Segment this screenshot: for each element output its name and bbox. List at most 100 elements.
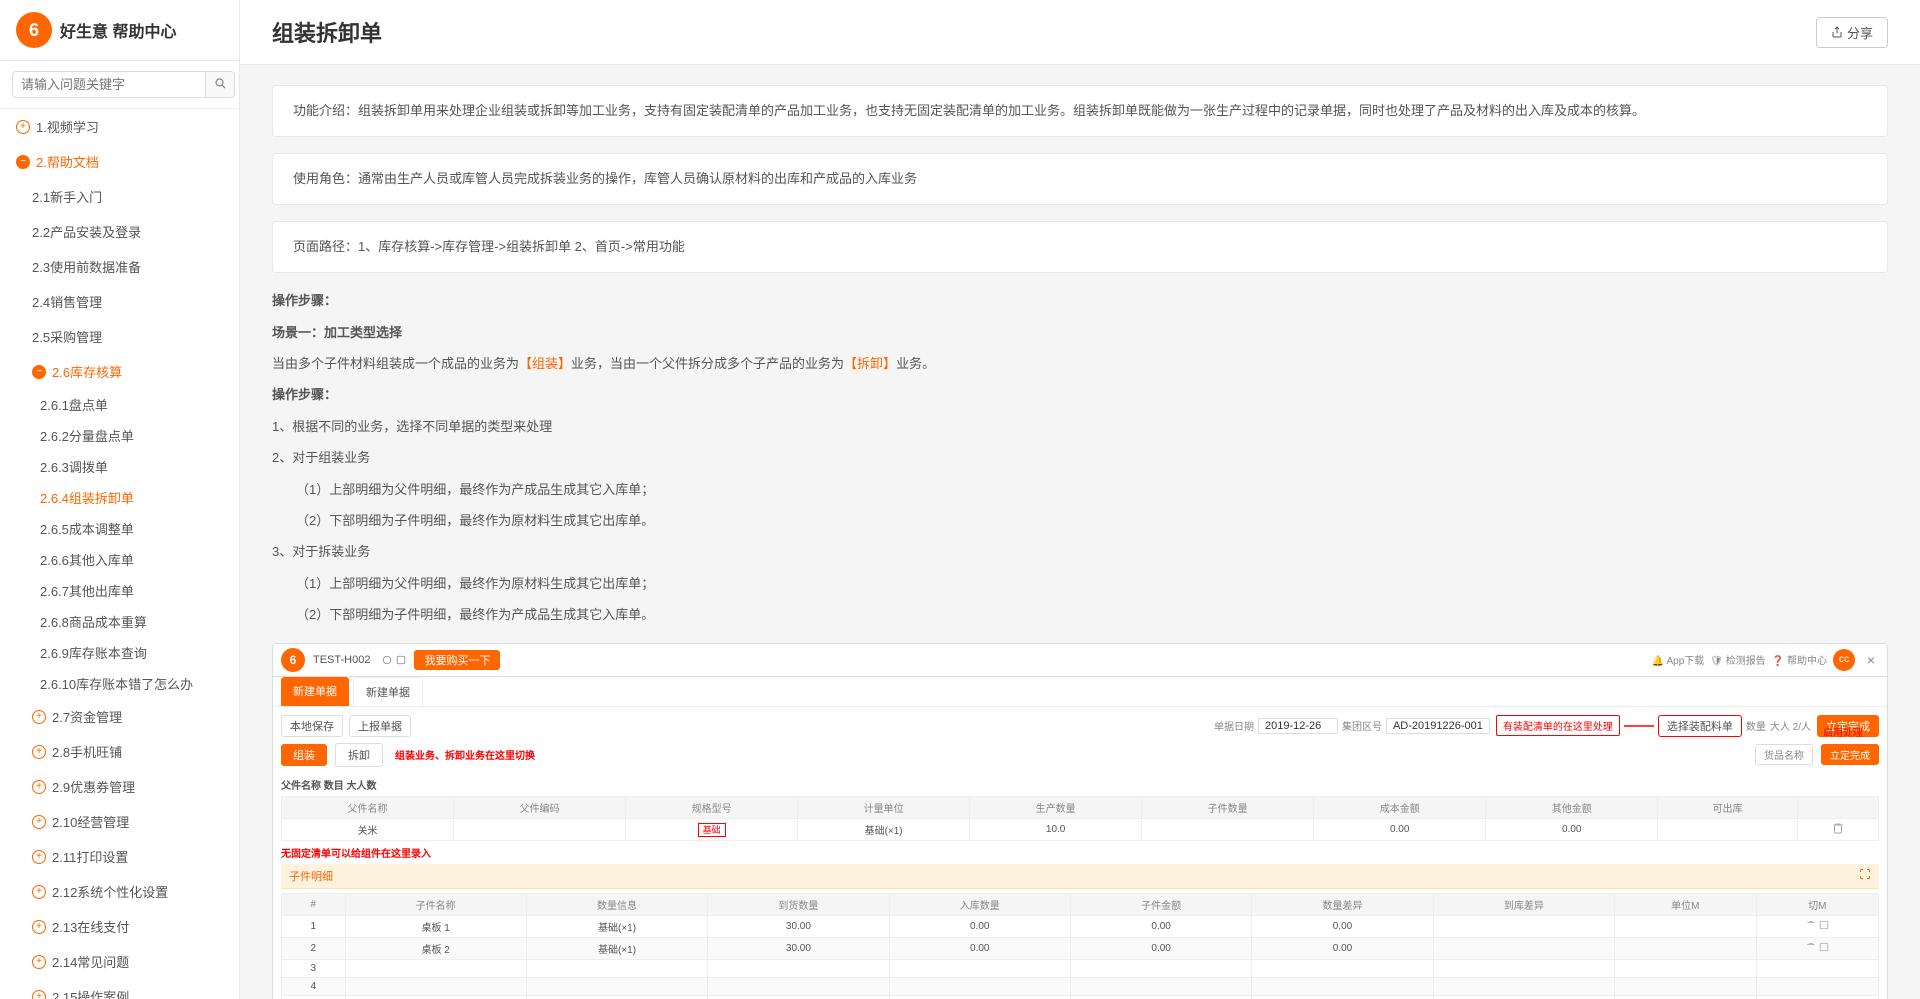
content-area: 功能介绍：组装拆卸单用来处理企业组装或拆卸等加工业务，支持有固定装配清单的产品加…: [240, 65, 1920, 999]
step3-1: （1）上部明细为父件明细，最终作为原材料生成其它出库单；: [272, 572, 1888, 595]
table-row: 1 桌板 1 基础(×1) 30.00 0.00 0.00 0.00: [282, 915, 1879, 937]
sidebar-item-inventory[interactable]: − 2.6库存核算: [0, 354, 239, 389]
sidebar-item-cases[interactable]: + 2.15操作案例: [0, 979, 239, 999]
ss-type-switch-area: 组装 拆卸 组装业务、拆卸业务在这里切换 货品名称 启用处理 立定完成: [281, 743, 1879, 767]
sidebar-item-customize[interactable]: + 2.12系统个性化设置: [0, 874, 239, 909]
scenario-title: 场景一：加工类型选择: [272, 321, 1888, 344]
share-button[interactable]: 分享: [1816, 17, 1888, 48]
ss-sub-table: # 子件名称 数量信息 到货数量 入库数量 子件金额 数量差异 到库差异 单位M…: [281, 893, 1879, 999]
sidebar-item-print[interactable]: + 2.11打印设置: [0, 839, 239, 874]
plus-icon-ops: +: [32, 815, 46, 829]
operations-section: 操作步骤： 场景一：加工类型选择 当由多个子件材料组装成一个成品的业务为【组装】…: [272, 289, 1888, 626]
sidebar-item-2610[interactable]: 2.6.10库存账本错了怎么办: [0, 668, 239, 699]
step2-1: （1）上部明细为父件明细，最终作为产成品生成其它入库单；: [272, 478, 1888, 501]
sidebar: 6 好生意 帮助中心 + 1.视频学习 − 2.帮助文档 2.1新手入门 2.2…: [0, 0, 240, 999]
path-box: 页面路径：1、库存核算->库存管理->组装拆卸单 2、首页->常用功能: [272, 221, 1888, 273]
sidebar-item-mobile[interactable]: + 2.8手机旺铺: [0, 734, 239, 769]
ss-close-icon: ×: [1863, 652, 1879, 668]
search-input[interactable]: [12, 71, 206, 98]
ss-tabs: 新建单据 新建单据: [273, 677, 1887, 707]
ss-type-annotation: 组装业务、拆卸业务在这里切换: [395, 747, 535, 762]
logo-icon: 6: [16, 12, 52, 48]
search-box[interactable]: [0, 61, 239, 109]
search-button[interactable]: [206, 71, 235, 98]
ss-parent-label: 父件名称 数目 大人数: [281, 775, 1879, 794]
role-box: 使用角色：通常由生产人员或库管人员完成拆装业务的操作，库管人员确认原材料的出库和…: [272, 153, 1888, 205]
main-header: 组装拆卸单 分享: [240, 0, 1920, 65]
sidebar-item-video[interactable]: + 1.视频学习: [0, 109, 239, 144]
sidebar-item-install[interactable]: 2.2产品安装及登录: [0, 214, 239, 249]
input-annotation-text: 无固定清单可以给组件在这里录入: [281, 849, 431, 860]
ss-form-fields: 单据日期 2019-12-26 集团区号 AD-20191226-001: [1214, 718, 1490, 734]
sidebar-item-newbie[interactable]: 2.1新手入门: [0, 179, 239, 214]
main-content: 组装拆卸单 分享 功能介绍：组装拆卸单用来处理企业组装或拆卸等加工业务，支持有固…: [240, 0, 1920, 999]
sidebar-item-266[interactable]: 2.6.6其他入库单: [0, 544, 239, 575]
brand-title: 好生意 帮助中心: [60, 18, 176, 42]
ss-no-input: AD-20191226-001: [1386, 718, 1490, 734]
sidebar-item-coupon[interactable]: + 2.9优惠券管理: [0, 769, 239, 804]
plus-icon-customize: +: [32, 885, 46, 899]
scenario-desc: 当由多个子件材料组装成一个成品的业务为【组装】业务，当由一个父件拆分成多个子产品…: [272, 352, 1888, 375]
sidebar-item-purchase[interactable]: 2.5采购管理: [0, 319, 239, 354]
sidebar-item-ops[interactable]: + 2.10经营管理: [0, 804, 239, 839]
table-row: 5: [282, 995, 1879, 999]
sidebar-item-faq[interactable]: + 2.14常见问题: [0, 944, 239, 979]
ss-tab1: 新建单据: [281, 677, 349, 706]
ss-type-disassembly: 拆卸: [335, 743, 383, 767]
minus-icon-inventory: −: [32, 365, 46, 379]
table-row: 4: [282, 977, 1879, 995]
ss-select-btn: 选择装配料单: [1658, 715, 1742, 737]
minus-icon: −: [16, 155, 30, 169]
ss-tab2: 新建单据: [353, 677, 423, 706]
ss-save-btn: 本地保存: [281, 715, 343, 737]
plus-icon-mobile: +: [32, 745, 46, 759]
sidebar-item-268[interactable]: 2.6.8商品成本重算: [0, 606, 239, 637]
table-row: 3: [282, 959, 1879, 977]
screenshot: 6 TEST-H002 我要购买一下 🔔 App下载 🛡 检测报告 ❓ 帮助中心…: [273, 644, 1887, 999]
sidebar-item-262[interactable]: 2.6.2分量盘点单: [0, 420, 239, 451]
ss-sub-section-header: 子件明细: [281, 864, 1879, 889]
sidebar-item-online-pay[interactable]: + 2.13在线支付: [0, 909, 239, 944]
steps-label: 操作步骤：: [272, 383, 1888, 406]
ss-user-avatar: cc: [1833, 649, 1855, 671]
plus-icon-pay: +: [32, 920, 46, 934]
ss-topbar-icons: [382, 655, 406, 665]
function-intro-text: 功能介绍：组装拆卸单用来处理企业组装或拆卸等加工业务，支持有固定装配清单的产品加…: [293, 103, 1645, 118]
ops-title: 操作步骤：: [272, 289, 1888, 312]
ss-submit-btn: 上报单据: [349, 715, 411, 737]
sidebar-item-data-prep[interactable]: 2.3使用前数据准备: [0, 249, 239, 284]
step2: 2、对于组装业务: [272, 446, 1888, 469]
sidebar-item-sales[interactable]: 2.4销售管理: [0, 284, 239, 319]
sidebar-item-261[interactable]: 2.6.1盘点单: [0, 389, 239, 420]
step3: 3、对于拆装业务: [272, 540, 1888, 563]
table-row: 关米 基础 基础(×1) 10.0 0.00 0.00: [282, 818, 1879, 840]
ss-confirm-btn: 立定完成: [1821, 744, 1879, 765]
ss-topbar-right: 🔔 App下载 🛡 检测报告 ❓ 帮助中心 cc: [1652, 649, 1855, 671]
process-label: 启用处理: [1823, 724, 1863, 739]
step3-2: （2）下部明细为子件明细，最终作为产成品生成其它入库单。: [272, 603, 1888, 626]
path-text: 页面路径：1、库存核算->库存管理->组装拆卸单 2、首页->常用功能: [293, 239, 685, 254]
function-intro-box: 功能介绍：组装拆卸单用来处理企业组装或拆卸等加工业务，支持有固定装配清单的产品加…: [272, 85, 1888, 137]
plus-icon: +: [16, 120, 30, 134]
plus-icon-coupon: +: [32, 780, 46, 794]
page-title: 组装拆卸单: [272, 16, 382, 48]
sidebar-item-265[interactable]: 2.6.5成本调整单: [0, 513, 239, 544]
ss-process-annotation: 货品名称 启用处理: [1755, 744, 1813, 765]
plus-icon-cases: +: [32, 990, 46, 999]
ss-parent-table: 父件名称 父件编码 规格型号 计量单位 生产数量 子件数量 成本金额 其他金额 …: [281, 796, 1879, 841]
sidebar-item-finance[interactable]: + 2.7资金管理: [0, 699, 239, 734]
sidebar-header: 6 好生意 帮助中心: [0, 0, 239, 61]
step2-2: （2）下部明细为子件明细，最终作为原材料生成其它出库单。: [272, 509, 1888, 532]
screenshot-container: 6 TEST-H002 我要购买一下 🔔 App下载 🛡 检测报告 ❓ 帮助中心…: [272, 643, 1888, 999]
sidebar-item-docs[interactable]: − 2.帮助文档: [0, 144, 239, 179]
ss-form-area: 本地保存 上报单据 单据日期 2019-12-26 集团区号 AD-201912…: [273, 707, 1887, 999]
plus-icon-finance: +: [32, 710, 46, 724]
ss-input-annotation-area: 无固定清单可以给组件在这里录入: [281, 845, 1879, 860]
sidebar-item-263[interactable]: 2.6.3调拨单: [0, 451, 239, 482]
sidebar-item-267[interactable]: 2.6.7其他出库单: [0, 575, 239, 606]
ss-annotation-config: 有装配清单的在这里处理 选择装配料单 数量 大人 2/人: [1496, 715, 1811, 737]
sidebar-item-264[interactable]: 2.6.4组装拆卸单: [0, 482, 239, 513]
sidebar-item-269[interactable]: 2.6.9库存账本查询: [0, 637, 239, 668]
ss-topbar: 6 TEST-H002 我要购买一下 🔔 App下载 🛡 检测报告 ❓ 帮助中心…: [273, 644, 1887, 677]
table-row: 2 桌板 2 基础(×1) 30.00 0.00 0.00 0.00: [282, 937, 1879, 959]
